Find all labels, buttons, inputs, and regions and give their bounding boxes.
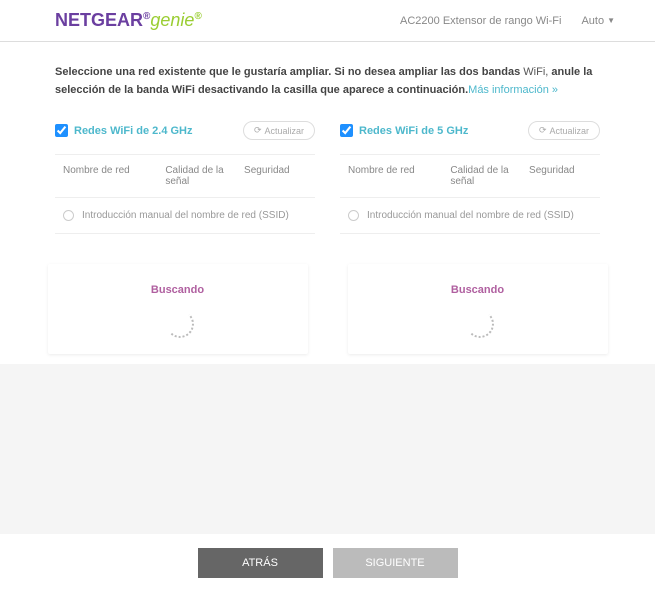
refresh-icon: ⟳ bbox=[254, 125, 262, 136]
auto-dropdown[interactable]: Auto ▼ bbox=[581, 15, 615, 27]
logo: NETGEAR®genie® bbox=[55, 10, 202, 31]
searching-card-5: Buscando bbox=[348, 264, 608, 354]
next-button[interactable]: SIGUIENTE bbox=[333, 548, 458, 578]
model-label: AC2200 Extensor de rango Wi-Fi bbox=[400, 15, 561, 27]
refresh-icon: ⟳ bbox=[539, 125, 547, 136]
manual-label-24: Introducción manual del nombre de red (S… bbox=[82, 210, 289, 221]
band-5-label: Redes WiFi de 5 GHz bbox=[359, 125, 468, 137]
back-button[interactable]: ATRÁS bbox=[198, 548, 323, 578]
radio-icon bbox=[63, 210, 74, 221]
instr-bold1: Seleccione una red existente que le gust… bbox=[55, 66, 520, 78]
searching-text-5: Buscando bbox=[451, 284, 504, 296]
refresh-button-5[interactable]: ⟳ Actualizar bbox=[528, 121, 600, 140]
manual-ssid-row-24[interactable]: Introducción manual del nombre de red (S… bbox=[55, 198, 315, 234]
manual-label-5: Introducción manual del nombre de red (S… bbox=[367, 210, 574, 221]
content: Seleccione una red existente que le gust… bbox=[0, 42, 655, 244]
column-24ghz: Redes WiFi de 2.4 GHz ⟳ Actualizar Nombr… bbox=[55, 121, 315, 234]
instruction-text: Seleccione una red existente que le gust… bbox=[55, 64, 600, 99]
band-5-checkbox[interactable] bbox=[340, 124, 353, 137]
searching-card-24: Buscando bbox=[48, 264, 308, 354]
header-right: AC2200 Extensor de rango Wi-Fi Auto ▼ bbox=[400, 15, 615, 27]
band-row-24: Redes WiFi de 2.4 GHz ⟳ Actualizar bbox=[55, 121, 315, 140]
th-signal-5: Calidad de la señal bbox=[450, 165, 529, 187]
searching-area: Buscando Buscando bbox=[0, 244, 655, 364]
th-name-5: Nombre de red bbox=[348, 165, 450, 187]
more-info-link[interactable]: Más información » bbox=[468, 84, 558, 96]
band-row-5: Redes WiFi de 5 GHz ⟳ Actualizar bbox=[340, 121, 600, 140]
spinner-icon bbox=[466, 310, 490, 334]
band-24-checkbox[interactable] bbox=[55, 124, 68, 137]
auto-label: Auto bbox=[581, 15, 604, 27]
th-signal-24: Calidad de la señal bbox=[165, 165, 244, 187]
th-name-24: Nombre de red bbox=[63, 165, 165, 187]
band-5-checkbox-label[interactable]: Redes WiFi de 5 GHz bbox=[340, 124, 468, 137]
gray-spacer bbox=[0, 364, 655, 534]
th-security-5: Seguridad bbox=[529, 165, 592, 187]
logo-reg2: ® bbox=[194, 11, 201, 22]
refresh-button-24[interactable]: ⟳ Actualizar bbox=[243, 121, 315, 140]
radio-icon bbox=[348, 210, 359, 221]
th-security-24: Seguridad bbox=[244, 165, 307, 187]
logo-genie: genie bbox=[150, 10, 194, 30]
refresh-label-5: Actualizar bbox=[549, 126, 589, 136]
band-24-checkbox-label[interactable]: Redes WiFi de 2.4 GHz bbox=[55, 124, 193, 137]
refresh-label-24: Actualizar bbox=[264, 126, 304, 136]
manual-ssid-row-5[interactable]: Introducción manual del nombre de red (S… bbox=[340, 198, 600, 234]
header: NETGEAR®genie® AC2200 Extensor de rango … bbox=[0, 0, 655, 42]
spinner-icon bbox=[166, 310, 190, 334]
instr-plain1: WiFi, bbox=[520, 66, 551, 78]
column-5ghz: Redes WiFi de 5 GHz ⟳ Actualizar Nombre … bbox=[340, 121, 600, 234]
table-header-24: Nombre de red Calidad de la señal Seguri… bbox=[55, 154, 315, 198]
table-header-5: Nombre de red Calidad de la señal Seguri… bbox=[340, 154, 600, 198]
logo-netgear: NETGEAR bbox=[55, 10, 143, 30]
band-24-label: Redes WiFi de 2.4 GHz bbox=[74, 125, 193, 137]
footer: ATRÁS SIGUIENTE bbox=[0, 534, 655, 592]
caret-down-icon: ▼ bbox=[607, 16, 615, 25]
columns: Redes WiFi de 2.4 GHz ⟳ Actualizar Nombr… bbox=[55, 121, 600, 234]
searching-text-24: Buscando bbox=[151, 284, 204, 296]
